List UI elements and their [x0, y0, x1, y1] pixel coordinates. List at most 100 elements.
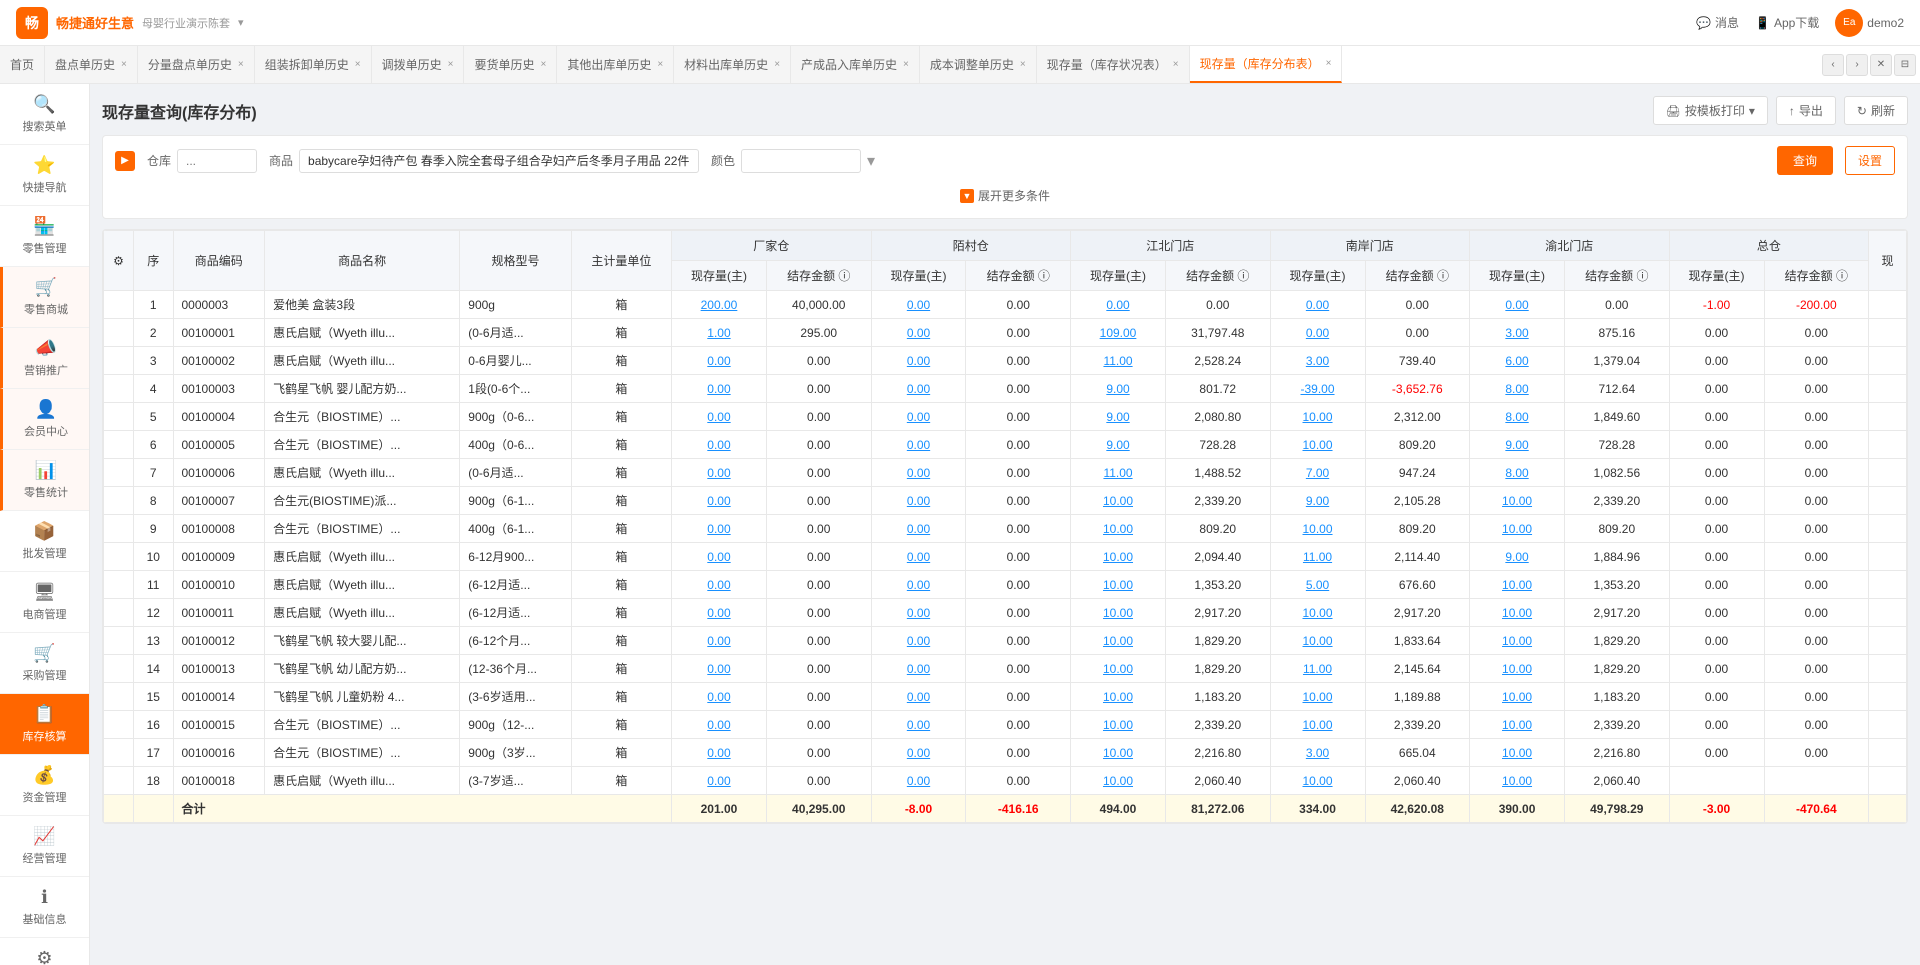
cell-m-amt: 0.00	[966, 627, 1071, 655]
cell-m-amt: 0.00	[966, 347, 1071, 375]
cell-spec: (3-6岁适用...	[460, 683, 572, 711]
cell-spec: (6-12月适...	[460, 599, 572, 627]
cell-t-amt: -200.00	[1764, 291, 1869, 319]
sidebar-item-8[interactable]: 🖥 电商管理	[0, 572, 89, 633]
warehouse-input[interactable]	[177, 149, 257, 173]
sidebar-item-10[interactable]: 📋 库存核算	[0, 694, 89, 755]
cell-unit: 箱	[571, 627, 671, 655]
cell-m-qty: 0.00	[871, 571, 966, 599]
cell-m-amt: 0.00	[966, 767, 1071, 795]
query-btn[interactable]: 查询	[1777, 146, 1833, 175]
sidebar-item-12[interactable]: 📈 经营管理	[0, 816, 89, 877]
tab-close-8[interactable]: ×	[903, 59, 909, 70]
tabs-nav: ‹ › ✕ ⊟	[1818, 54, 1920, 76]
cell-settings	[104, 627, 134, 655]
tab-close-11[interactable]: ×	[1326, 58, 1332, 69]
tab-5[interactable]: 要货单历史×	[464, 46, 557, 83]
tab-4[interactable]: 调拨单历史×	[372, 46, 465, 83]
color-input[interactable]	[741, 149, 861, 173]
sidebar-item-6[interactable]: 📊 零售统计	[0, 450, 89, 511]
dropdown-arrow[interactable]: ▾	[238, 16, 244, 29]
cell-f-qty: 0.00	[671, 683, 766, 711]
table-row: 1 0000003 爱他美 盒装3段 900g 箱 200.00 40,000.…	[104, 291, 1907, 319]
cell-t-amt: 0.00	[1764, 347, 1869, 375]
sidebar-item-2[interactable]: 🏪 零售管理	[0, 206, 89, 267]
cell-name: 合生元（BIOSTIME）...	[265, 739, 460, 767]
cell-m-amt: 0.00	[966, 375, 1071, 403]
cell-f-amt: 0.00	[766, 767, 871, 795]
cell-m-amt: 0.00	[966, 655, 1071, 683]
tab-1[interactable]: 盘点单历史×	[45, 46, 138, 83]
sidebar-item-9[interactable]: 🛒 采购管理	[0, 633, 89, 694]
tab-8[interactable]: 产成品入库单历史×	[791, 46, 920, 83]
tab-2[interactable]: 分量盘点单历史×	[138, 46, 255, 83]
tab-close-10[interactable]: ×	[1173, 59, 1179, 70]
settings-btn[interactable]: 设置	[1845, 146, 1895, 175]
cell-yb-qty: 10.00	[1470, 599, 1565, 627]
cell-yb-amt: 1,884.96	[1565, 543, 1670, 571]
cell-seq: 18	[134, 767, 174, 795]
tab-close-6[interactable]: ×	[657, 59, 663, 70]
cell-jb-qty: 0.00	[1071, 291, 1166, 319]
cell-t-qty: 0.00	[1669, 627, 1764, 655]
tab-9[interactable]: 成本调整单历史×	[920, 46, 1037, 83]
cell-unit: 箱	[571, 543, 671, 571]
tab-close-7[interactable]: ×	[774, 59, 780, 70]
message-btn[interactable]: 💬 消息	[1696, 14, 1739, 31]
sidebar-item-13[interactable]: ℹ 基础信息	[0, 877, 89, 938]
cell-code: 00100006	[173, 459, 265, 487]
print-btn[interactable]: 🖨 按模板打印 ▾	[1653, 96, 1768, 125]
filter-toggle-btn[interactable]: ▶	[115, 151, 135, 171]
tab-close-3[interactable]: ×	[355, 59, 361, 70]
tab-0[interactable]: 首页	[0, 46, 45, 83]
tab-close-9[interactable]: ×	[1020, 59, 1026, 70]
cell-yb-amt: 728.28	[1565, 431, 1670, 459]
tab-nav-close[interactable]: ✕	[1870, 54, 1892, 76]
app-download-btn[interactable]: 📱 App下载	[1755, 14, 1819, 31]
user-area[interactable]: Ea demo2	[1835, 9, 1904, 37]
cell-yb-amt: 0.00	[1565, 291, 1670, 319]
cell-jb-amt: 1,829.20	[1166, 655, 1271, 683]
cell-code: 00100012	[173, 627, 265, 655]
tab-nav-expand[interactable]: ⊟	[1894, 54, 1916, 76]
page-header: 现存量查询(库存分布) 🖨 按模板打印 ▾ ↑ 导出 ↻ 刷新	[102, 96, 1908, 125]
cell-f-amt: 0.00	[766, 459, 871, 487]
sidebar-item-11[interactable]: 💰 资金管理	[0, 755, 89, 816]
cell-t-qty: 0.00	[1669, 319, 1764, 347]
refresh-btn[interactable]: ↻ 刷新	[1844, 96, 1908, 125]
tab-6[interactable]: 其他出库单历史×	[557, 46, 674, 83]
export-btn[interactable]: ↑ 导出	[1776, 96, 1836, 125]
product-input[interactable]	[299, 149, 699, 173]
th-jb-qty: 现存量(主)	[1071, 261, 1166, 291]
sidebar-icon-10: 📋	[33, 704, 55, 725]
table-row: 8 00100007 合生元(BIOSTIME)派... 900g（6-1...…	[104, 487, 1907, 515]
sidebar-item-4[interactable]: 📣 营销推广	[0, 328, 89, 389]
cell-curr	[1869, 515, 1907, 543]
tab-7[interactable]: 材料出库单历史×	[674, 46, 791, 83]
sidebar-item-14[interactable]: ⚙ 系统管理	[0, 938, 89, 965]
th-t-amt: 结存金额 ⓘ	[1764, 261, 1869, 291]
cell-jb-amt: 1,183.20	[1166, 683, 1271, 711]
cell-m-amt: 0.00	[966, 683, 1071, 711]
sidebar-item-7[interactable]: 📦 批发管理	[0, 511, 89, 572]
tab-nav-next[interactable]: ›	[1846, 54, 1868, 76]
tab-nav-prev[interactable]: ‹	[1822, 54, 1844, 76]
color-dropdown[interactable]: ▾	[867, 151, 875, 171]
expand-conditions-btn[interactable]: ▼ 展开更多条件	[952, 183, 1058, 208]
tab-close-5[interactable]: ×	[540, 59, 546, 70]
cell-curr	[1869, 739, 1907, 767]
tab-11[interactable]: 现存量（库存分布表）×	[1190, 46, 1343, 83]
table-wrapper: ⚙ 序 商品编码 商品名称 规格型号 主计量单位 厂家仓 陌村仓 江北门店 南岸…	[102, 229, 1908, 824]
tab-close-2[interactable]: ×	[238, 59, 244, 70]
sidebar-item-5[interactable]: 👤 会员中心	[0, 389, 89, 450]
tab-10[interactable]: 现存量（库存状况表）×	[1037, 46, 1190, 83]
cell-yb-qty: 6.00	[1470, 347, 1565, 375]
sidebar-item-0[interactable]: 🔍 搜索英单	[0, 84, 89, 145]
sidebar-item-3[interactable]: 🛒 零售商城	[0, 267, 89, 328]
tab-close-4[interactable]: ×	[448, 59, 454, 70]
sidebar-item-1[interactable]: ⭐ 快捷导航	[0, 145, 89, 206]
tab-3[interactable]: 组装拆卸单历史×	[255, 46, 372, 83]
cell-f-amt: 0.00	[766, 515, 871, 543]
filter-row: ▶ 仓库 商品 颜色 ▾ 查询 设置	[115, 146, 1895, 175]
tab-close-1[interactable]: ×	[121, 59, 127, 70]
